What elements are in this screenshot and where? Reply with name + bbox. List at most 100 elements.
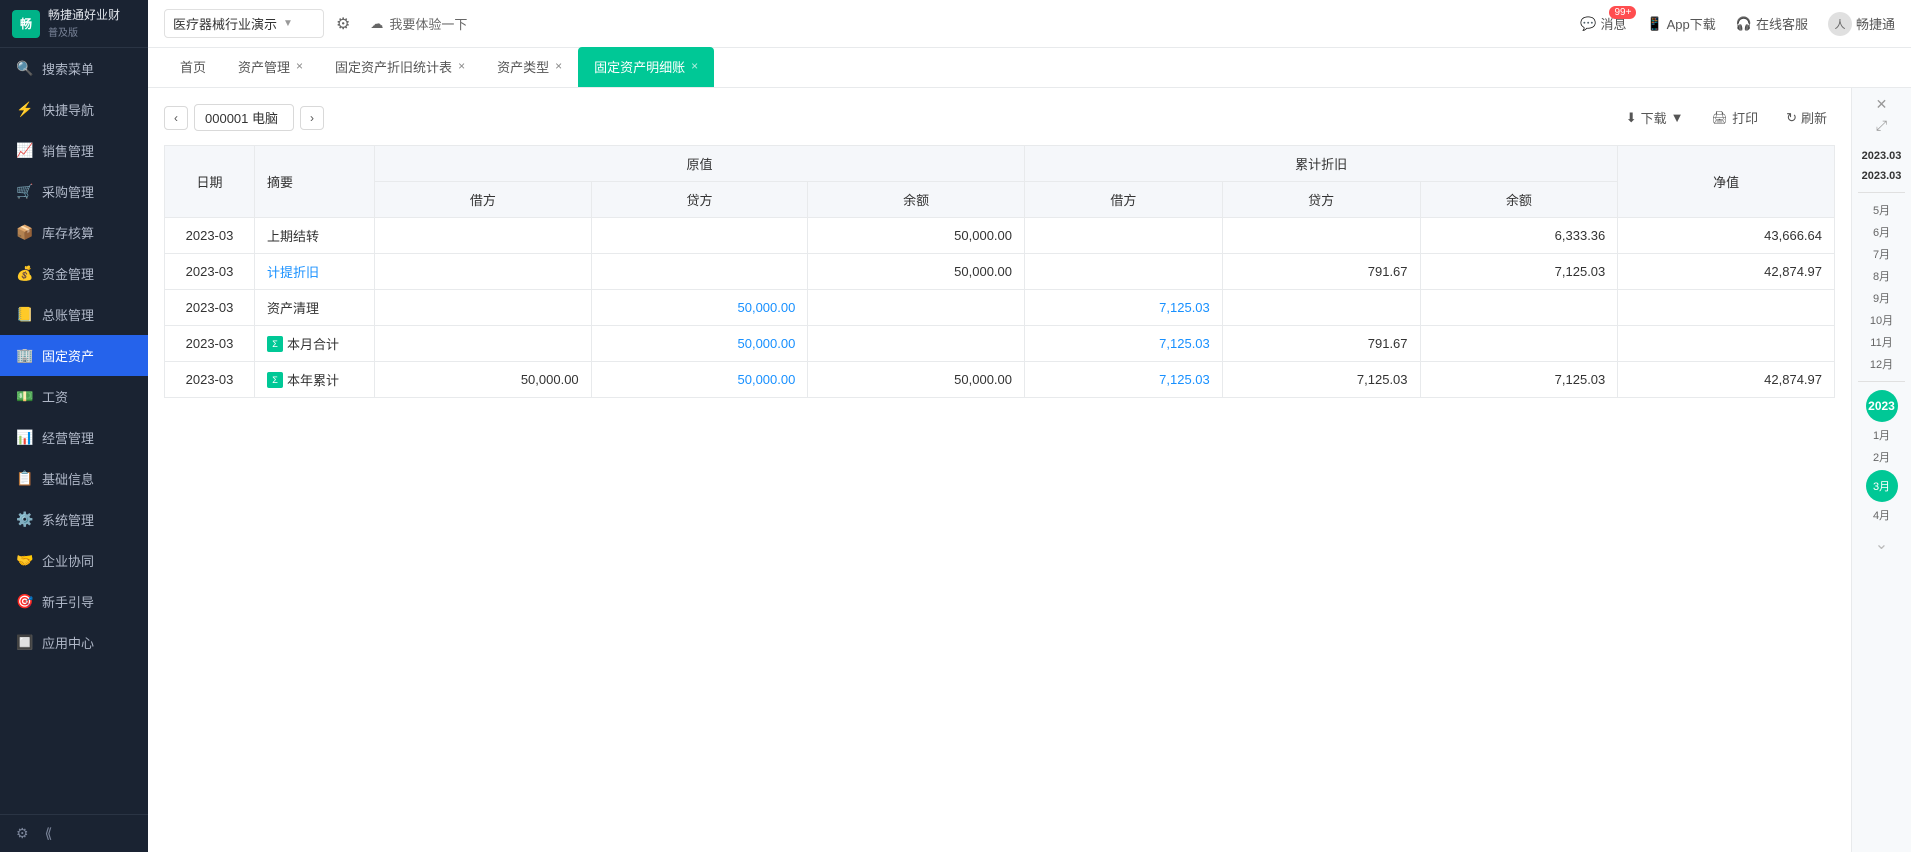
cell-acc-balance: 7,125.03 bbox=[1420, 362, 1618, 398]
timeline-year-2023-top[interactable]: 2023.03 bbox=[1862, 150, 1902, 162]
sidebar-item-system[interactable]: ⚙️ 系统管理 bbox=[0, 499, 148, 540]
timeline-10[interactable]: 10月 bbox=[1852, 309, 1911, 331]
cell-orig-debit bbox=[375, 254, 592, 290]
table-row: 2023-03 上期结转 50,000.00 6,333.36 43,666.6… bbox=[165, 218, 1835, 254]
table-row: 2023-03 计提折旧 50,000.00 791.67 7,125.03 4… bbox=[165, 254, 1835, 290]
col-acc-balance-header: 余额 bbox=[1420, 182, 1618, 218]
topbar: 医疗器械行业演示 ▼ ⚙ ☁ 我要体验一下 💬 消息 99+ 📱 App下载 🎧… bbox=[148, 0, 1911, 48]
sidebar-item-purchase[interactable]: 🛒 采购管理 bbox=[0, 171, 148, 212]
timeline-year-marker[interactable]: 2023 bbox=[1866, 390, 1898, 422]
cell-net-value: 42,874.97 bbox=[1618, 254, 1835, 290]
user-label: 畅捷通 bbox=[1856, 14, 1895, 33]
sidebar-item-enterprise[interactable]: 🤝 企业协同 bbox=[0, 540, 148, 581]
cell-orig-credit: 50,000.00 bbox=[591, 290, 808, 326]
timeline-4[interactable]: 4月 bbox=[1852, 504, 1911, 526]
next-button[interactable]: › bbox=[300, 106, 324, 130]
cell-orig-balance bbox=[808, 290, 1025, 326]
company-selector[interactable]: 医疗器械行业演示 ▼ bbox=[164, 9, 324, 38]
table-container: 日期 摘要 原值 累计折旧 净值 借方 贷方 余额 借方 贷方 余额 bbox=[164, 145, 1835, 836]
messages-button[interactable]: 💬 消息 99+ bbox=[1580, 14, 1626, 33]
timeline-year-2023-second[interactable]: 2023.03 bbox=[1862, 170, 1902, 182]
col-date-header: 日期 bbox=[165, 146, 255, 218]
print-button[interactable]: 🖨 打印 bbox=[1704, 104, 1767, 131]
sidebar-item-general-ledger[interactable]: 📒 总账管理 bbox=[0, 294, 148, 335]
col-orig-balance-header: 余额 bbox=[808, 182, 1025, 218]
nav-icon-fixed-assets: 🏢 bbox=[16, 347, 34, 365]
sidebar-item-basic-info[interactable]: 📋 基础信息 bbox=[0, 458, 148, 499]
tab-asset-detail-close[interactable]: × bbox=[691, 59, 698, 73]
col-accumulated-dep-header: 累计折旧 bbox=[1025, 146, 1618, 182]
sidebar-item-fixed-assets[interactable]: 🏢 固定资产 bbox=[0, 335, 148, 376]
cell-acc-balance: 7,125.03 bbox=[1420, 254, 1618, 290]
timeline-6[interactable]: 6月 bbox=[1852, 221, 1911, 243]
tab-depreciation-close[interactable]: × bbox=[458, 59, 465, 73]
tab-asset-type-close[interactable]: × bbox=[555, 59, 562, 73]
tab-asset-management[interactable]: 资产管理 × bbox=[222, 47, 319, 87]
sidebar-item-quick-nav[interactable]: ⚡ 快捷导航 bbox=[0, 89, 148, 130]
tab-home-label: 首页 bbox=[180, 57, 206, 76]
refresh-icon: ↻ bbox=[1786, 110, 1797, 126]
toolbar-actions: ⬇ 下载 ▼ 🖨 打印 ↻ 刷新 bbox=[1618, 104, 1835, 131]
sidebar-item-capital[interactable]: 💰 资金管理 bbox=[0, 253, 148, 294]
cell-date: 2023-03 bbox=[165, 218, 255, 254]
cell-orig-balance: 50,000.00 bbox=[808, 254, 1025, 290]
user-button[interactable]: 人 畅捷通 bbox=[1828, 12, 1895, 36]
experience-button[interactable]: ☁ 我要体验一下 bbox=[370, 14, 467, 33]
cell-summary: 计提折旧 bbox=[255, 254, 375, 290]
tabbar: 首页 资产管理 × 固定资产折旧统计表 × 资产类型 × 固定资产明细账 × bbox=[148, 48, 1911, 88]
customer-service-button[interactable]: 🎧 在线客服 bbox=[1736, 14, 1808, 33]
nav-icon-sales: 📈 bbox=[16, 142, 34, 160]
sidebar-nav: 🔍 搜索菜单 ⚡ 快捷导航 📈 销售管理 🛒 采购管理 📦 库存核算 💰 资金管… bbox=[0, 48, 148, 814]
sidebar-item-payroll[interactable]: 💵 工资 bbox=[0, 376, 148, 417]
download-icon: ⬇ bbox=[1626, 110, 1637, 126]
cell-summary: Σ 本月合计 bbox=[255, 326, 375, 362]
prev-button[interactable]: ‹ bbox=[164, 106, 188, 130]
main-area: 医疗器械行业演示 ▼ ⚙ ☁ 我要体验一下 💬 消息 99+ 📱 App下载 🎧… bbox=[148, 0, 1911, 852]
timeline-2[interactable]: 2月 bbox=[1852, 446, 1911, 468]
nav-icon-enterprise: 🤝 bbox=[16, 552, 34, 570]
app-download-icon: 📱 bbox=[1646, 16, 1662, 32]
tab-home[interactable]: 首页 bbox=[164, 47, 222, 87]
cell-net-value: 42,874.97 bbox=[1618, 362, 1835, 398]
panel-down-arrow[interactable]: ⌄ bbox=[1875, 534, 1888, 554]
cell-orig-credit: 50,000.00 bbox=[591, 326, 808, 362]
company-name: 医疗器械行业演示 bbox=[173, 14, 277, 33]
timeline-12[interactable]: 12月 bbox=[1852, 353, 1911, 375]
tab-asset-type[interactable]: 资产类型 × bbox=[481, 47, 578, 87]
col-net-value-header: 净值 bbox=[1618, 146, 1835, 218]
panel-close-icon[interactable]: ✕ bbox=[1876, 96, 1888, 113]
experience-cloud-icon: ☁ bbox=[370, 16, 383, 32]
timeline-7[interactable]: 7月 bbox=[1852, 243, 1911, 265]
sidebar-item-operations[interactable]: 📊 经营管理 bbox=[0, 417, 148, 458]
collapse-icon[interactable]: ⟪ bbox=[45, 825, 53, 842]
timeline-9[interactable]: 9月 bbox=[1852, 287, 1911, 309]
sidebar-item-inventory[interactable]: 📦 库存核算 bbox=[0, 212, 148, 253]
app-logo: 畅 bbox=[12, 10, 40, 38]
timeline-1[interactable]: 1月 bbox=[1852, 424, 1911, 446]
nav-label-enterprise: 企业协同 bbox=[42, 551, 94, 570]
app-download-button[interactable]: 📱 App下载 bbox=[1646, 14, 1715, 33]
timeline-8[interactable]: 8月 bbox=[1852, 265, 1911, 287]
sidebar-item-app-center[interactable]: 🔲 应用中心 bbox=[0, 622, 148, 663]
col-acc-credit-header: 贷方 bbox=[1222, 182, 1420, 218]
sidebar-item-search[interactable]: 🔍 搜索菜单 bbox=[0, 48, 148, 89]
download-button[interactable]: ⬇ 下载 ▼ bbox=[1618, 104, 1692, 131]
settings-icon[interactable]: ⚙ bbox=[16, 825, 29, 842]
tab-depreciation-table[interactable]: 固定资产折旧统计表 × bbox=[319, 47, 481, 87]
sidebar-header: 畅 畅捷通好业财 普及版 bbox=[0, 0, 148, 48]
app-title: 畅捷通好业财 普及版 bbox=[48, 8, 120, 39]
sidebar-item-guide[interactable]: 🎯 新手引导 bbox=[0, 581, 148, 622]
tab-asset-detail-ledger[interactable]: 固定资产明细账 × bbox=[578, 47, 714, 87]
timeline-5[interactable]: 5月 bbox=[1852, 199, 1911, 221]
cell-orig-credit bbox=[591, 218, 808, 254]
refresh-button[interactable]: ↻ 刷新 bbox=[1778, 104, 1835, 131]
nav-label-guide: 新手引导 bbox=[42, 592, 94, 611]
sidebar-item-sales[interactable]: 📈 销售管理 bbox=[0, 130, 148, 171]
settings-gear-icon[interactable]: ⚙ bbox=[336, 14, 350, 34]
cell-orig-debit: 50,000.00 bbox=[375, 362, 592, 398]
panel-expand-icon[interactable]: ⤢ bbox=[1876, 117, 1887, 134]
download-chevron-icon: ▼ bbox=[1671, 110, 1684, 125]
timeline-3[interactable]: 3月 bbox=[1866, 470, 1898, 502]
timeline-11[interactable]: 11月 bbox=[1852, 331, 1911, 353]
tab-asset-management-close[interactable]: × bbox=[296, 59, 303, 73]
